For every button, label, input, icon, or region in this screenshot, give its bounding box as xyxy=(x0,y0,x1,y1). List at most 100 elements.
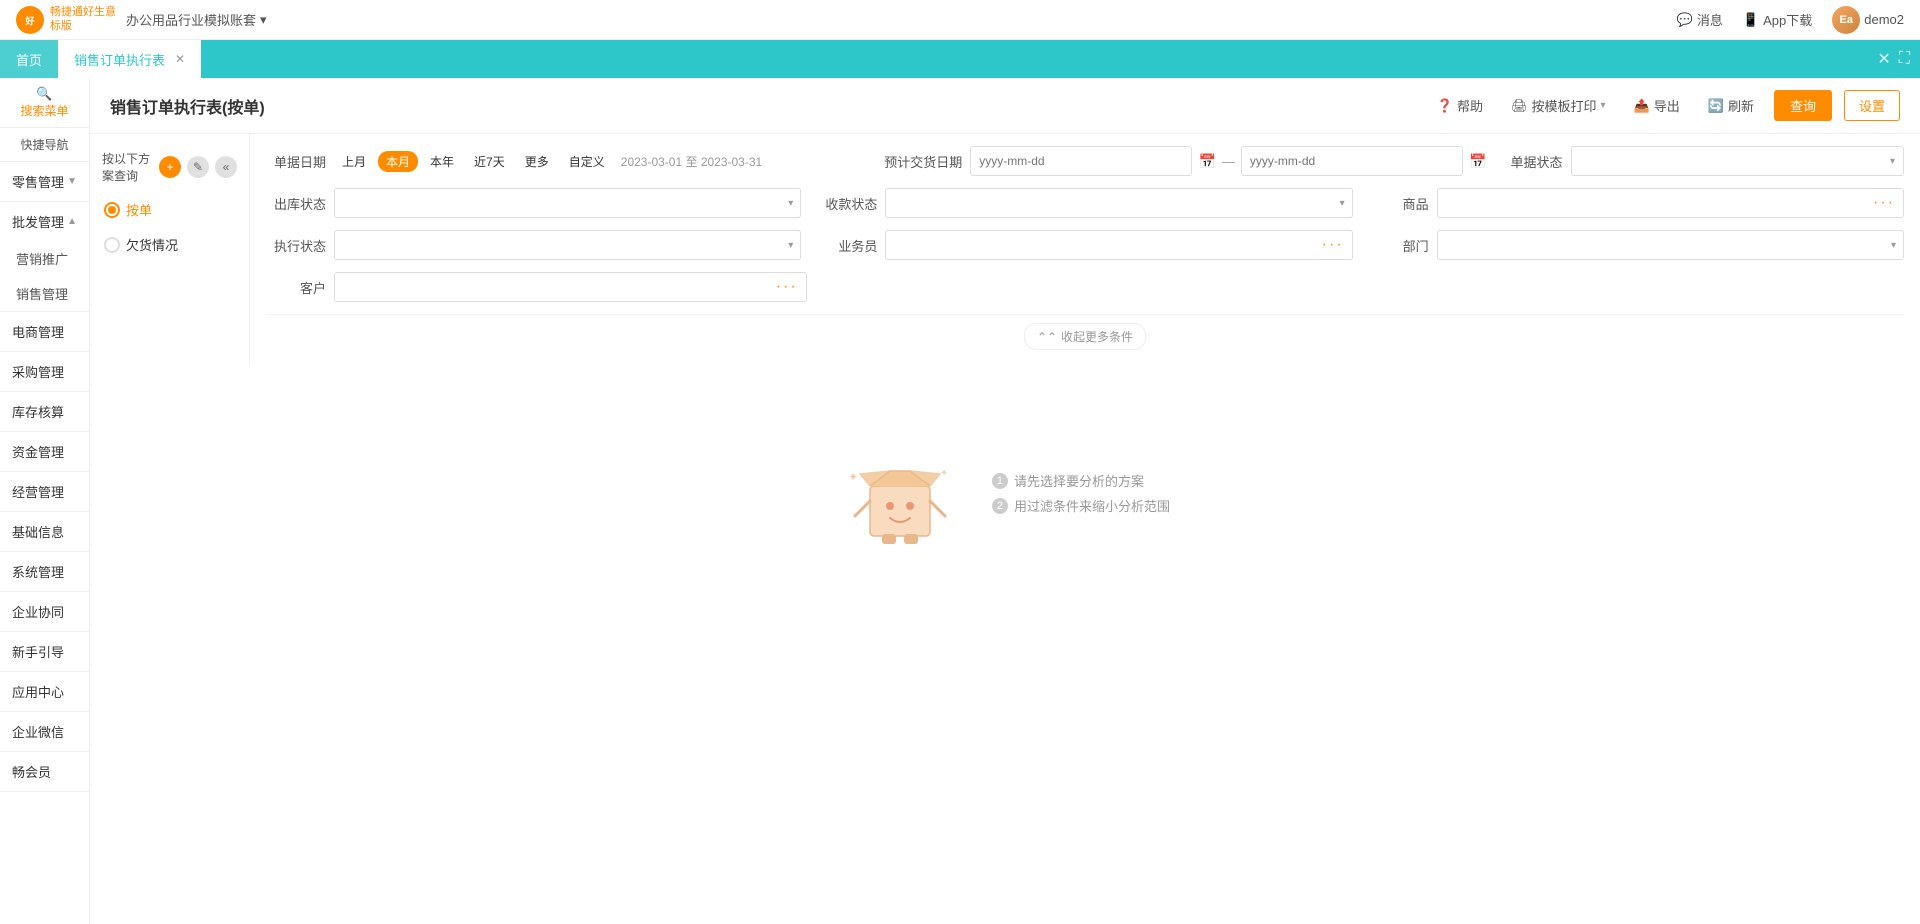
sidebar-item-sales-mgmt[interactable]: 销售管理 xyxy=(0,276,89,311)
sidebar-section-basic: 基础信息 xyxy=(0,512,89,552)
print-button[interactable]: 🖨 按模板打印 ▾ xyxy=(1503,92,1614,119)
sidebar-section-guide: 新手引导 xyxy=(0,632,89,672)
customer-input[interactable] xyxy=(343,280,776,295)
tab-close-icon[interactable]: ✕ xyxy=(175,52,185,66)
salesperson-dots-trigger[interactable]: ··· xyxy=(1322,236,1344,254)
sidebar-ops-header[interactable]: 经营管理 xyxy=(0,472,89,511)
logo-area[interactable]: 好 畅捷通好生意 标版 xyxy=(16,6,116,34)
export-button[interactable]: 📤 导出 xyxy=(1626,92,1688,119)
calendar-end-icon[interactable]: 📅 xyxy=(1469,153,1486,170)
header-left: 好 畅捷通好生意 标版 办公用品行业模拟账套 ▾ xyxy=(16,6,267,34)
sidebar-section-wholesale: 批发管理 ▲ 营销推广 销售管理 xyxy=(0,202,89,312)
exec-status-select[interactable] xyxy=(334,230,801,260)
sidebar-section-sys: 系统管理 xyxy=(0,552,89,592)
sidebar-ecommerce-header[interactable]: 电商管理 xyxy=(0,312,89,351)
single-status-select[interactable]: ▾ xyxy=(1571,146,1905,176)
salesperson-input-wrapper: ··· xyxy=(885,230,1352,260)
sidebar-wechat-header[interactable]: 企业微信 xyxy=(0,712,89,751)
message-button[interactable]: 💬 消息 xyxy=(1677,10,1723,29)
date-this-year-btn[interactable]: 本年 xyxy=(422,151,462,172)
product-label: 商品 xyxy=(1369,194,1429,213)
calendar-start-icon[interactable]: 📅 xyxy=(1198,153,1215,170)
dept-select[interactable] xyxy=(1437,230,1904,260)
date-this-month-btn[interactable]: 本月 xyxy=(378,151,418,172)
ship-status-select[interactable] xyxy=(334,188,801,218)
refresh-icon: 🔄 xyxy=(1708,98,1724,114)
avatar: Ea xyxy=(1832,6,1860,34)
sidebar-guide-header[interactable]: 新手引导 xyxy=(0,632,89,671)
main-layout: 🔍 搜索菜单 快捷导航 零售管理 ▼ 批发管理 ▲ 营销推广 销售管理 xyxy=(0,78,1920,924)
sidebar-section-appcenter: 应用中心 xyxy=(0,672,89,712)
dept-label: 部门 xyxy=(1369,236,1429,255)
sidebar-wholesale-header[interactable]: 批发管理 ▲ xyxy=(0,202,89,241)
add-scheme-button[interactable]: + xyxy=(159,156,181,178)
date-last-month-btn[interactable]: 上月 xyxy=(334,151,374,172)
nav-arrow-icon: ▾ xyxy=(260,12,267,28)
page-content: 销售订单执行表(按单) ❓ 帮助 🖨 按模板打印 ▾ 📤 导出 xyxy=(90,78,1920,924)
empty-state: ✦ ✦ · 1 请先选择要分析的方案 2 用过滤条件来缩小分析范围 xyxy=(90,366,1920,626)
filter-group-salesperson: 业务员 ··· xyxy=(817,230,1352,260)
tab-expand-icon[interactable]: ⛶ xyxy=(1899,50,1910,68)
collapse-button[interactable]: ⌃⌃ 收起更多条件 xyxy=(1024,323,1146,350)
top-nav-title[interactable]: 办公用品行业模拟账套 ▾ xyxy=(126,10,267,29)
app-download-button[interactable]: 📱 App下载 xyxy=(1743,10,1812,29)
tab-close-all-icon[interactable]: ✕ xyxy=(1877,49,1890,69)
edit-scheme-button[interactable]: ✎ xyxy=(187,156,209,178)
customer-dots-trigger[interactable]: ··· xyxy=(776,278,798,296)
dot-inner xyxy=(108,206,116,214)
filter-group-delivery-date: 预计交货日期 📅 — 📅 xyxy=(884,146,1486,176)
sidebar-section-collab: 企业协同 xyxy=(0,592,89,632)
collapse-scheme-button[interactable]: « xyxy=(215,156,237,178)
empty-state-inner: ✦ ✦ · 1 请先选择要分析的方案 2 用过滤条件来缩小分析范围 xyxy=(840,446,1170,546)
sidebar-retail-header[interactable]: 零售管理 ▼ xyxy=(0,162,89,201)
product-input[interactable] xyxy=(1446,196,1873,211)
print-arrow-icon: ▾ xyxy=(1601,100,1606,111)
collection-status-select[interactable] xyxy=(885,188,1352,218)
selected-dot xyxy=(104,202,120,218)
sidebar: 🔍 搜索菜单 快捷导航 零售管理 ▼ 批发管理 ▲ 营销推广 销售管理 xyxy=(0,78,90,924)
sidebar-member-header[interactable]: 畅会员 xyxy=(0,752,89,791)
filter-scheme-byorder[interactable]: 按单 xyxy=(90,192,249,227)
svg-text:✦: ✦ xyxy=(940,468,948,479)
filter-group-single-date: 单据日期 上月 本月 本年 近7天 更多 自定义 2023-03-01 至 20… xyxy=(266,151,868,172)
tab-home[interactable]: 首页 xyxy=(0,40,58,78)
product-input-wrapper: ··· xyxy=(1437,188,1904,218)
query-button[interactable]: 查询 xyxy=(1774,90,1832,121)
sidebar-search[interactable]: 🔍 搜索菜单 xyxy=(0,78,89,128)
sidebar-section-purchase: 采购管理 xyxy=(0,352,89,392)
filter-area: 按以下方案查询 + ✎ « 按单 xyxy=(90,134,1920,366)
collection-status-label: 收款状态 xyxy=(817,194,877,213)
date-last-7days-btn[interactable]: 近7天 xyxy=(466,151,513,172)
salesperson-input[interactable] xyxy=(894,238,1321,253)
delivery-date-start-input[interactable] xyxy=(970,146,1192,176)
refresh-button[interactable]: 🔄 刷新 xyxy=(1700,92,1762,119)
sidebar-sys-header[interactable]: 系统管理 xyxy=(0,552,89,591)
sidebar-finance-header[interactable]: 资金管理 xyxy=(0,432,89,471)
collection-status-select-wrapper: ▾ xyxy=(885,188,1352,218)
sidebar-inventory-header[interactable]: 库存核算 xyxy=(0,392,89,431)
sidebar-item-marketing[interactable]: 营销推广 xyxy=(0,241,89,276)
filter-group-customer: 客户 ··· xyxy=(266,272,807,302)
product-dots-trigger[interactable]: ··· xyxy=(1873,194,1895,212)
tab-sales-exec[interactable]: 销售订单执行表 ✕ xyxy=(58,40,201,78)
user-profile[interactable]: Ea demo2 xyxy=(1832,6,1904,34)
sidebar-quick-nav[interactable]: 快捷导航 xyxy=(0,128,89,162)
sidebar-purchase-header[interactable]: 采购管理 xyxy=(0,352,89,391)
filter-scheme-debt[interactable]: 欠货情况 xyxy=(90,227,249,262)
filter-row-4: 客户 ··· xyxy=(266,272,1904,302)
delivery-date-range: 📅 — 📅 xyxy=(970,146,1486,176)
dept-select-wrapper: ▾ xyxy=(1437,230,1904,260)
sidebar-collab-header[interactable]: 企业协同 xyxy=(0,592,89,631)
help-button[interactable]: ❓ 帮助 xyxy=(1429,92,1491,119)
delivery-date-end-input[interactable] xyxy=(1241,146,1463,176)
sidebar-section-member: 畅会员 xyxy=(0,752,89,792)
sidebar-basic-header[interactable]: 基础信息 xyxy=(0,512,89,551)
filter-form: 单据日期 上月 本月 本年 近7天 更多 自定义 2023-03-01 至 20… xyxy=(250,134,1920,366)
exec-status-select-wrapper: ▾ xyxy=(334,230,801,260)
date-more-btn[interactable]: 更多 xyxy=(517,151,557,172)
date-custom-btn[interactable]: 自定义 xyxy=(561,151,613,172)
sidebar-section-ecommerce: 电商管理 xyxy=(0,312,89,352)
sidebar-appcenter-header[interactable]: 应用中心 xyxy=(0,672,89,711)
settings-button[interactable]: 设置 xyxy=(1844,90,1900,121)
sidebar-section-inventory: 库存核算 xyxy=(0,392,89,432)
